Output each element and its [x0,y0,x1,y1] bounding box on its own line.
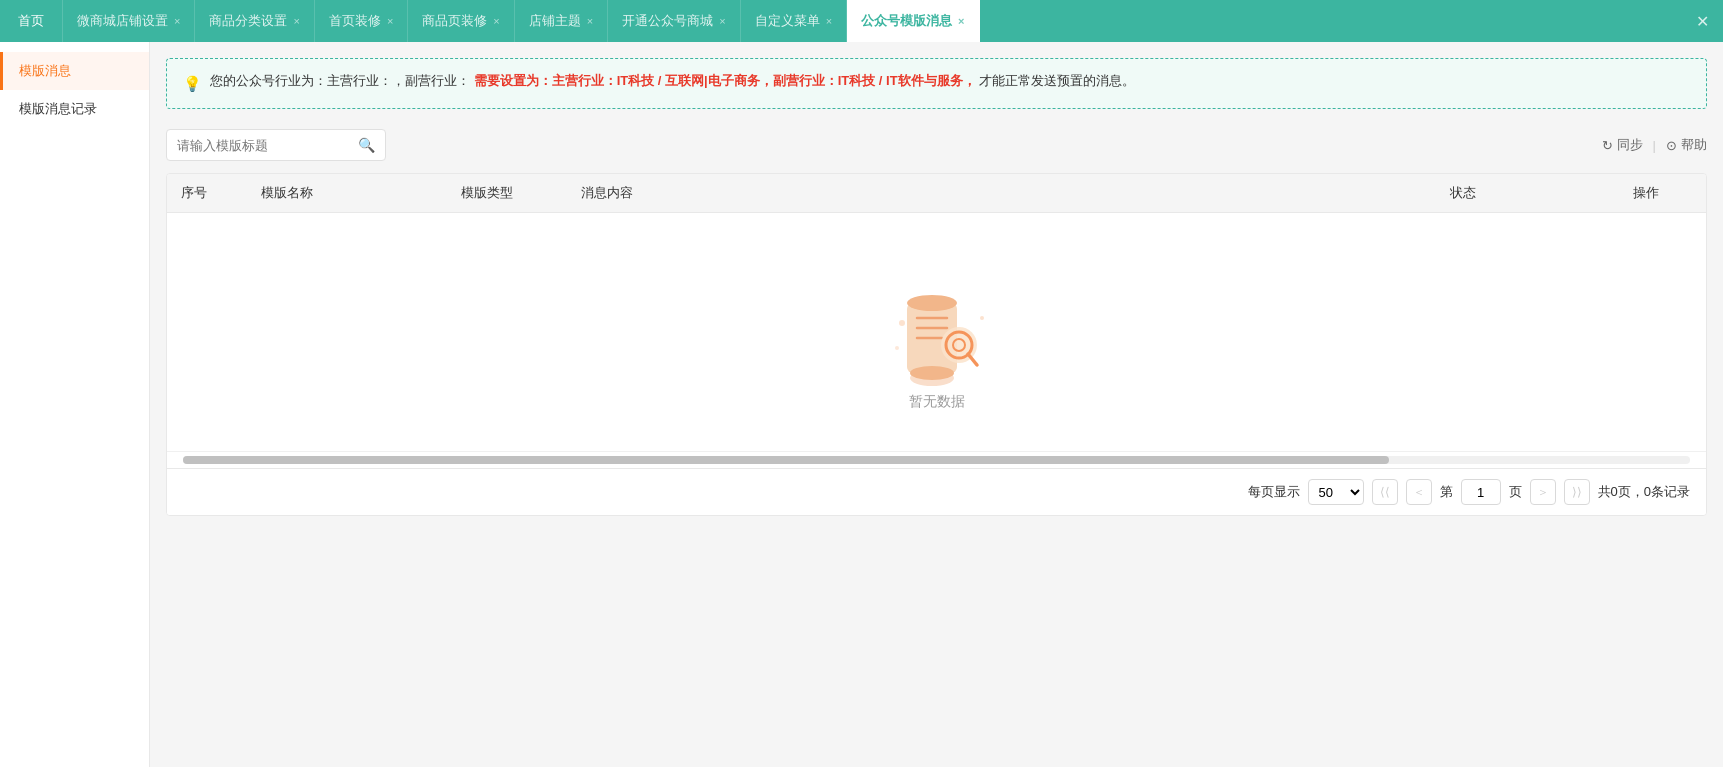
nav-tab-store-theme[interactable]: 店铺主题 × [515,0,608,42]
tab-label: 微商城店铺设置 [77,12,168,30]
help-label: 帮助 [1681,136,1707,154]
notice-box: 💡 您的公众号行业为：主营行业：，副营行业： 需要设置为：主营行业：IT科技 /… [166,58,1707,109]
page-next-button[interactable]: ＞ [1530,479,1556,505]
page-last-button[interactable]: ⟩⟩ [1564,479,1590,505]
search-area[interactable]: 🔍 [166,129,386,161]
column-header-type: 模版类型 [447,174,567,212]
column-header-action: 操作 [1586,174,1706,212]
notice-text: 您的公众号行业为：主营行业：，副营行业： 需要设置为：主营行业：IT科技 / 互… [210,71,1135,92]
sync-icon: ↻ [1602,138,1613,153]
tab-label: 商品页装修 [422,12,487,30]
notice-highlight: 需要设置为：主营行业：IT科技 / 互联网|电子商务，副营行业：IT科技 / I… [474,73,976,88]
close-icon[interactable]: × [174,15,180,27]
close-icon[interactable]: × [587,15,593,27]
home-tab-label: 首页 [18,12,44,30]
nav-tab-home[interactable]: 首页 [0,0,63,42]
svg-point-3 [910,366,954,380]
tab-label: 店铺主题 [529,12,581,30]
empty-state: 暂无数据 [167,213,1706,451]
sync-label: 同步 [1617,136,1643,154]
svg-point-11 [899,320,905,326]
tab-label: 商品分类设置 [209,12,287,30]
close-icon[interactable]: × [493,15,499,27]
tab-label: 公众号模版消息 [861,12,952,30]
sidebar-item-label: 模版消息 [19,63,71,78]
help-icon: ⊙ [1666,138,1677,153]
nav-tab-template-msg[interactable]: 公众号模版消息 × [847,0,979,42]
help-button[interactable]: ⊙ 帮助 [1666,136,1707,154]
nav-tab-shop-settings[interactable]: 微商城店铺设置 × [63,0,195,42]
column-header-status: 状态 [1436,174,1586,212]
table-header: 序号 模版名称 模版类型 消息内容 状态 操作 [167,174,1706,213]
close-icon[interactable]: × [826,15,832,27]
empty-text: 暂无数据 [909,393,965,411]
toolbar-right: ↻ 同步 | ⊙ 帮助 [1602,136,1707,154]
main-layout: 模版消息 模版消息记录 💡 您的公众号行业为：主营行业：，副营行业： 需要设置为… [0,42,1723,767]
empty-illustration [877,273,997,393]
sync-button[interactable]: ↻ 同步 [1602,136,1643,154]
page-unit: 页 [1509,483,1522,501]
close-icon[interactable]: × [293,15,299,27]
page-text: 第 [1440,483,1453,501]
close-icon[interactable]: × [387,15,393,27]
data-table: 序号 模版名称 模版类型 消息内容 状态 操作 [166,173,1707,516]
sidebar-item-template-message[interactable]: 模版消息 [0,52,149,90]
nav-tab-open-mall[interactable]: 开通公众号商城 × [608,0,740,42]
scrollbar-track [183,456,1690,464]
close-icon[interactable]: × [958,15,964,27]
nav-tab-category-settings[interactable]: 商品分类设置 × [195,0,314,42]
nav-tab-custom-menu[interactable]: 自定义菜单 × [741,0,847,42]
toolbar: 🔍 ↻ 同步 | ⊙ 帮助 [166,129,1707,161]
tab-label: 首页装修 [329,12,381,30]
pagination-bar: 每页显示 50 10 20 100 ⟨⟨ ＜ 第 页 ＞ ⟩⟩ 共0页，0条记录 [167,468,1706,515]
notice-suffix: 才能正常发送预置的消息。 [979,73,1135,88]
notice-prefix: 您的公众号行业为：主营行业：，副营行业： [210,73,470,88]
page-number-input[interactable] [1461,479,1501,505]
page-size-label: 每页显示 [1248,483,1300,501]
column-header-content: 消息内容 [567,174,1436,212]
page-first-button[interactable]: ⟨⟨ [1372,479,1398,505]
column-header-name: 模版名称 [247,174,447,212]
search-input[interactable] [177,138,358,153]
search-icon[interactable]: 🔍 [358,137,375,153]
page-prev-button[interactable]: ＜ [1406,479,1432,505]
svg-point-13 [895,346,899,350]
svg-point-12 [980,316,984,320]
scrollbar-thumb [183,456,1389,464]
top-nav: 首页 微商城店铺设置 × 商品分类设置 × 首页装修 × 商品页装修 × 店铺主… [0,0,1723,42]
sidebar-item-template-record[interactable]: 模版消息记录 [0,90,149,128]
close-icon[interactable]: × [719,15,725,27]
close-all-button[interactable]: ✕ [1682,12,1723,31]
divider: | [1653,138,1656,153]
svg-point-2 [907,295,957,311]
tab-label: 开通公众号商城 [622,12,713,30]
nav-tab-home-decor[interactable]: 首页装修 × [315,0,408,42]
total-text: 共0页，0条记录 [1598,483,1690,501]
column-header-seq: 序号 [167,174,247,212]
sidebar: 模版消息 模版消息记录 [0,42,150,767]
notice-icon: 💡 [183,72,202,96]
close-all-icon: ✕ [1696,13,1709,30]
nav-tab-product-decor[interactable]: 商品页装修 × [408,0,514,42]
page-size-select[interactable]: 50 10 20 100 [1308,479,1364,505]
horizontal-scrollbar[interactable] [167,451,1706,468]
content-area: 💡 您的公众号行业为：主营行业：，副营行业： 需要设置为：主营行业：IT科技 /… [150,42,1723,767]
tab-label: 自定义菜单 [755,12,820,30]
sidebar-item-label: 模版消息记录 [19,101,97,116]
